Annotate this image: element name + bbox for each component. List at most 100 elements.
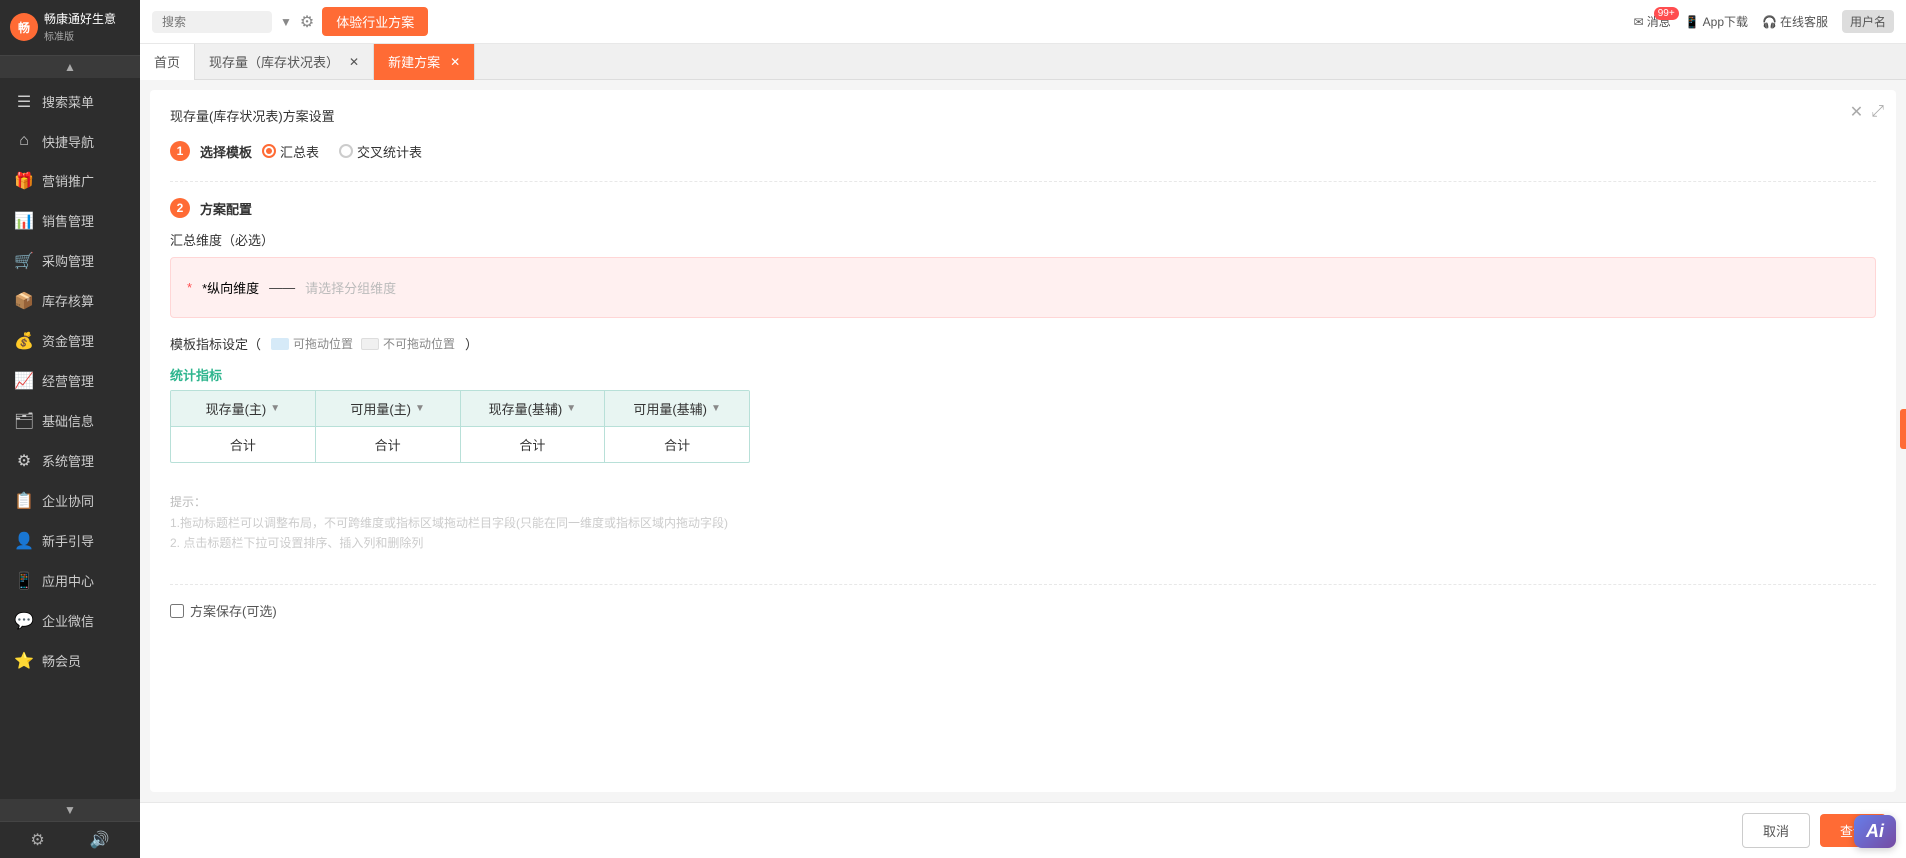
enterprise-icon: 📋 bbox=[14, 491, 34, 511]
hint-item-1: 2. 点击标题栏下拉可设置排序、插入列和删除列 bbox=[170, 534, 1876, 551]
tab-inventory-status[interactable]: 现存量（库存状况表） ✕ bbox=[195, 44, 374, 80]
sidebar-item-inventory[interactable]: 📦 库存核算 bbox=[0, 281, 140, 321]
stats-td-3: 合计 bbox=[605, 426, 749, 462]
right-hint-bar bbox=[1900, 409, 1906, 449]
stats-th-0[interactable]: 现存量(主) ▼ bbox=[171, 391, 316, 426]
system-icon: ⚙ bbox=[14, 451, 34, 471]
sidebar-item-quick-nav[interactable]: ⌂ 快捷导航 bbox=[0, 122, 140, 161]
user-menu[interactable]: 用户名 bbox=[1842, 10, 1894, 33]
legend-fixed-label: 不可拖动位置 bbox=[383, 335, 455, 352]
sidebar: 畅 畅康通好生意 标准版 ▲ ☰ 搜索菜单 ⌂ 快捷导航 🎁 营销推广 📊 销售… bbox=[0, 0, 140, 858]
stats-table: 现存量(主) ▼ 可用量(主) ▼ 现存量(基辅) ▼ bbox=[170, 390, 750, 463]
ai-badge[interactable]: Ai bbox=[1854, 815, 1896, 848]
sidebar-item-wechat[interactable]: 💬 企业微信 bbox=[0, 601, 140, 641]
stats-th-1[interactable]: 可用量(主) ▼ bbox=[316, 391, 461, 426]
message-badge: 99+ bbox=[1654, 7, 1679, 20]
dimension-box[interactable]: * *纵向维度 —— 请选择分组维度 bbox=[170, 257, 1876, 318]
section2-title: 方案配置 bbox=[200, 199, 252, 218]
sidebar-bottom: ⚙ 🔊 bbox=[0, 821, 140, 858]
marketing-icon: 🎁 bbox=[14, 171, 34, 191]
panel-controls: ✕ ⤢ bbox=[1850, 102, 1884, 122]
sidebar-item-business[interactable]: 📈 经营管理 bbox=[0, 361, 140, 401]
message-icon: ✉ bbox=[1634, 15, 1644, 29]
apps-icon: 📱 bbox=[14, 571, 34, 591]
legend-draggable: 可拖动位置 bbox=[271, 335, 353, 352]
sidebar-logo: 畅 畅康通好生意 标准版 bbox=[0, 0, 140, 56]
sidebar-item-apps[interactable]: 📱 应用中心 bbox=[0, 561, 140, 601]
radio-cross[interactable]: 交叉统计表 bbox=[339, 142, 422, 161]
dimension-label: 汇总维度（必选） bbox=[170, 230, 1876, 249]
settings-icon[interactable]: ⚙ bbox=[30, 830, 44, 850]
gear-icon[interactable]: ⚙ bbox=[300, 12, 314, 32]
indicator-legend: 可拖动位置 不可拖动位置 bbox=[271, 335, 455, 352]
wechat-icon: 💬 bbox=[14, 611, 34, 631]
save-row: 方案保存(可选) bbox=[170, 601, 1876, 620]
section-plan-config: 2 方案配置 汇总维度（必选） * *纵向维度 —— 请选择分组维度 模板指标设… bbox=[170, 198, 1876, 564]
sidebar-item-search-menu[interactable]: ☰ 搜索菜单 bbox=[0, 82, 140, 122]
stats-table-body: 合计 合计 合计 合计 bbox=[171, 426, 749, 462]
sidebar-item-marketing[interactable]: 🎁 营销推广 bbox=[0, 161, 140, 201]
tab-home[interactable]: 首页 bbox=[140, 44, 195, 80]
stats-td-2: 合计 bbox=[461, 426, 606, 462]
sidebar-item-finance[interactable]: 💰 资金管理 bbox=[0, 321, 140, 361]
sidebar-item-sales[interactable]: 📊 销售管理 bbox=[0, 201, 140, 241]
member-icon: ⭐ bbox=[14, 651, 34, 671]
content-area: 现存量(库存状况表)方案设置 ✕ ⤢ 1 选择模板 汇总表 bbox=[140, 80, 1906, 802]
legend-draggable-label: 可拖动位置 bbox=[293, 335, 353, 352]
footer: 取消 查询 bbox=[140, 802, 1906, 858]
section1-title: 选择模板 bbox=[200, 142, 252, 161]
sidebar-item-purchase[interactable]: 🛒 采购管理 bbox=[0, 241, 140, 281]
sidebar-item-basic[interactable]: 🗂 基础信息 bbox=[0, 401, 140, 441]
cancel-button[interactable]: 取消 bbox=[1742, 813, 1810, 848]
online-service-button[interactable]: 🎧 在线客服 bbox=[1762, 13, 1828, 30]
stats-th-label-1: 可用量(主) bbox=[350, 399, 411, 418]
stats-th-label-2: 现存量(基辅) bbox=[489, 399, 563, 418]
indicator-setting-suffix: ） bbox=[465, 334, 478, 353]
hints-title: 提示： bbox=[170, 493, 1876, 510]
service-icon: 🎧 bbox=[1762, 15, 1777, 29]
close-panel-icon[interactable]: ✕ bbox=[1850, 102, 1863, 122]
main-panel: 现存量(库存状况表)方案设置 ✕ ⤢ 1 选择模板 汇总表 bbox=[150, 90, 1896, 792]
main-area: ▼ ⚙ 体验行业方案 ✉ 消息 99+ 📱 App下载 🎧 在线客服 用户名 首… bbox=[140, 0, 1906, 858]
stats-label: 统计指标 bbox=[170, 365, 1876, 384]
inventory-tab-label: 现存量（库存状况表） bbox=[209, 52, 339, 71]
sidebar-item-member[interactable]: ⭐ 畅会员 bbox=[0, 641, 140, 681]
template-radio-group: 汇总表 交叉统计表 bbox=[262, 142, 422, 161]
new-plan-tab-label: 新建方案 bbox=[388, 52, 440, 71]
tab-close-inventory[interactable]: ✕ bbox=[349, 55, 359, 69]
stats-td-0: 合计 bbox=[171, 426, 316, 462]
hints-section: 提示： 1.拖动标题栏可以调整布局，不可跨维度或指标区域拖动栏目字段(只能在同一… bbox=[170, 483, 1876, 564]
dimension-section: 汇总维度（必选） * *纵向维度 —— 请选择分组维度 bbox=[170, 230, 1876, 318]
indicator-setting-label: 模板指标设定（ bbox=[170, 334, 261, 353]
dimension-dash: —— bbox=[269, 280, 295, 295]
sidebar-item-enterprise[interactable]: 📋 企业协同 bbox=[0, 481, 140, 521]
dimension-required-label: *纵向维度 bbox=[202, 278, 259, 297]
sidebar-scroll-up[interactable]: ▲ bbox=[0, 56, 140, 78]
sound-icon[interactable]: 🔊 bbox=[90, 830, 110, 850]
stats-section: 统计指标 现存量(主) ▼ 可用量(主) ▼ bbox=[170, 365, 1876, 463]
save-checkbox[interactable] bbox=[170, 604, 184, 618]
tab-new-plan[interactable]: 新建方案 ✕ bbox=[374, 44, 475, 80]
newguide-icon: 👤 bbox=[14, 531, 34, 551]
radio-summary[interactable]: 汇总表 bbox=[262, 142, 319, 161]
sidebar-nav: ☰ 搜索菜单 ⌂ 快捷导航 🎁 营销推广 📊 销售管理 🛒 采购管理 📦 库存核… bbox=[0, 78, 140, 799]
hint-item-0: 1.拖动标题栏可以调整布局，不可跨维度或指标区域拖动栏目字段(只能在同一维度或指… bbox=[170, 514, 1876, 531]
sidebar-scroll-down[interactable]: ▼ bbox=[0, 799, 140, 821]
stats-th-3[interactable]: 可用量(基辅) ▼ bbox=[605, 391, 749, 426]
section2-num: 2 bbox=[170, 198, 190, 218]
tab-close-new-plan[interactable]: ✕ bbox=[450, 55, 460, 69]
app-download-button[interactable]: 📱 App下载 bbox=[1685, 13, 1748, 30]
stats-th-down-3: ▼ bbox=[711, 403, 721, 414]
sidebar-item-system[interactable]: ⚙ 系统管理 bbox=[0, 441, 140, 481]
sidebar-item-newguide[interactable]: 👤 新手引导 bbox=[0, 521, 140, 561]
message-button[interactable]: ✉ 消息 99+ bbox=[1634, 13, 1671, 30]
radio-dot-summary bbox=[262, 144, 276, 158]
logo-text: 畅康通好生意 标准版 bbox=[44, 12, 116, 43]
trial-btn[interactable]: 体验行业方案 bbox=[322, 7, 428, 36]
search-input[interactable] bbox=[152, 11, 272, 33]
stats-th-2[interactable]: 现存量(基辅) ▼ bbox=[461, 391, 606, 426]
stats-th-down-1: ▼ bbox=[415, 403, 425, 414]
tabbar: 首页 现存量（库存状况表） ✕ 新建方案 ✕ bbox=[140, 44, 1906, 80]
dropdown-icon[interactable]: ▼ bbox=[280, 15, 292, 29]
expand-panel-icon[interactable]: ⤢ bbox=[1871, 103, 1884, 121]
